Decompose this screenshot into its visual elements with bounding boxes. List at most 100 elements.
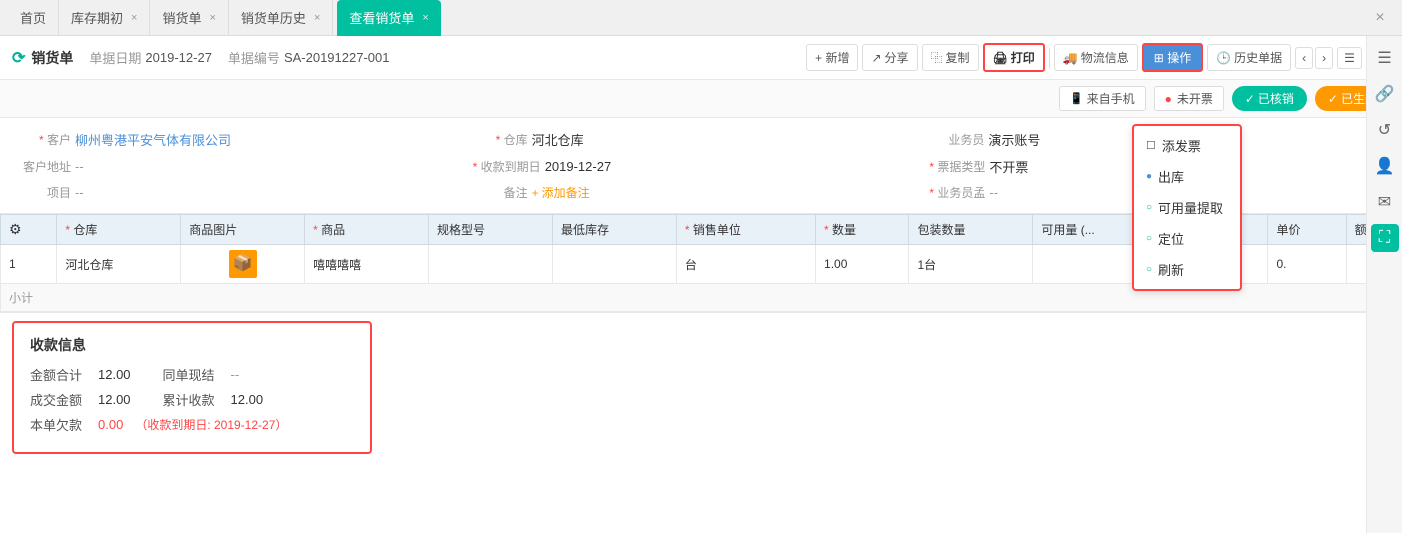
product-thumbnail: 📦: [229, 250, 257, 278]
share-icon: ↗: [871, 51, 881, 65]
add-invoice-item[interactable]: ☐ 添发票: [1134, 130, 1240, 161]
refresh-item[interactable]: ○ 刷新: [1134, 254, 1240, 285]
out-stock-label: 出库: [1158, 167, 1184, 186]
sidebar-icon-table[interactable]: ☰: [1371, 44, 1399, 72]
new-button[interactable]: + 新增: [806, 44, 858, 71]
sales-person-label: 业务员孟: [929, 184, 985, 201]
not-open-button[interactable]: 未开票: [1154, 86, 1224, 111]
history-icon: 🕒: [1216, 51, 1231, 65]
date-label: 单据日期: [89, 48, 141, 67]
sidebar-icon-expand[interactable]: ⛶: [1371, 224, 1399, 252]
main-content: ⟳ 销货单 单据日期 2019-12-27 单据编号 SA-20191227-0…: [0, 36, 1402, 533]
col-product-image: 商品图片: [181, 215, 305, 245]
col-spec: 规格型号: [429, 215, 553, 245]
tab-sales[interactable]: 销货单 ×: [150, 0, 228, 36]
history-button[interactable]: 🕒 历史单据: [1207, 44, 1291, 71]
logistics-button[interactable]: 🚚 物流信息: [1054, 44, 1138, 71]
overdue-suffix: （收款到期日: 2019-12-27）: [135, 416, 287, 433]
operation-icon: ⊞: [1154, 51, 1164, 65]
overdue-label: 本单欠款: [30, 415, 90, 434]
toolbar-separator-1: [1049, 48, 1050, 68]
settlement-label: 同单现结: [163, 365, 223, 384]
ticket-type-label: 票据类型: [929, 158, 985, 175]
ticket-type-value: 不开票: [989, 157, 1028, 176]
tab-inventory-close[interactable]: ×: [131, 12, 137, 24]
row-sales-unit: 台: [676, 245, 815, 284]
effective-check-icon: ✓: [1328, 92, 1338, 106]
remark-label: 备注: [473, 184, 528, 201]
doc-number-meta: 单据编号 SA-20191227-001: [228, 48, 390, 67]
tab-sales-label: 销货单: [162, 8, 201, 27]
window-close-button[interactable]: ×: [1366, 4, 1394, 32]
sidebar-icon-user[interactable]: 👤: [1371, 152, 1399, 180]
col-settings[interactable]: ⚙: [1, 215, 57, 245]
sidebar-icon-mail[interactable]: ✉: [1371, 188, 1399, 216]
project-field: 项目 --: [16, 184, 473, 201]
bottom-panel: 收款信息 金额合计 12.00 同单现结 -- 成交金额 12.00: [0, 313, 1402, 462]
row-spec: [429, 245, 553, 284]
number-value: SA-20191227-001: [284, 50, 390, 65]
transaction-amount-value: 12.00: [98, 392, 131, 407]
from-mobile-label: 来自手机: [1087, 90, 1135, 107]
payment-row-3: 本单欠款 0.00 （收款到期日: 2019-12-27）: [30, 415, 354, 434]
payment-date-label: 收款到期日: [473, 158, 541, 175]
tab-sales-history-label: 销货单历史: [241, 8, 306, 27]
col-unit-price: 单价: [1268, 215, 1346, 245]
warehouse-value: 河北仓库: [532, 130, 584, 149]
tab-inventory-label: 库存期初: [71, 8, 123, 27]
tab-home[interactable]: 首页: [8, 0, 59, 36]
row-warehouse: 河北仓库: [57, 245, 181, 284]
tab-sales-history[interactable]: 销货单历史 ×: [229, 0, 333, 36]
right-sidebar: ☰ 🔗 ↺ 👤 ✉ ⛶: [1366, 36, 1402, 533]
customer-address-label: 客户地址: [16, 158, 71, 175]
nav-arrows: ‹ ›: [1295, 47, 1333, 69]
out-stock-item[interactable]: ● 出库: [1134, 161, 1240, 192]
list-view-button[interactable]: ☰: [1337, 47, 1362, 69]
staff-label: 业务员: [929, 131, 984, 148]
col-quantity: 数量: [816, 215, 909, 245]
tab-home-label: 首页: [20, 8, 46, 27]
remark-field: 备注 + 添加备注: [473, 184, 930, 201]
prev-arrow[interactable]: ‹: [1295, 47, 1313, 69]
doc-title-group: ⟳ 销货单: [12, 48, 73, 68]
operation-button-label: 操作: [1167, 51, 1191, 65]
from-mobile-button[interactable]: 📱 来自手机: [1059, 86, 1146, 111]
customer-address-field: 客户地址 --: [16, 157, 473, 176]
add-note-button[interactable]: + 添加备注: [532, 184, 590, 201]
available-label: 可用量提取: [1158, 198, 1223, 217]
row-index: 1: [1, 245, 57, 284]
customer-value[interactable]: 柳州粤港平安气体有限公司: [75, 130, 231, 149]
settlement-item: 同单现结 --: [163, 365, 240, 384]
overdue-item: 本单欠款 0.00 （收款到期日: 2019-12-27）: [30, 415, 287, 434]
tab-sales-close[interactable]: ×: [209, 12, 215, 24]
print-button-label: 打印: [1011, 49, 1035, 66]
locate-item[interactable]: ○ 定位: [1134, 223, 1240, 254]
print-icon: 🖨: [993, 51, 1008, 65]
print-button[interactable]: 🖨 打印: [983, 43, 1045, 72]
tab-view-sales-close[interactable]: ×: [422, 12, 428, 24]
project-label: 项目: [16, 184, 71, 201]
confirmed-label: 已核销: [1258, 90, 1294, 107]
share-button-label: 分享: [885, 49, 909, 66]
new-button-label: + 新增: [815, 49, 849, 66]
tab-sales-history-close[interactable]: ×: [314, 12, 320, 24]
operation-dropdown: ☐ 添发票 ● 出库 ○ 可用量提取 ○ 定位 ○ 刷新: [1132, 124, 1242, 291]
row-unit-price: 0.: [1268, 245, 1346, 284]
not-open-label: 未开票: [1177, 90, 1213, 107]
payment-date-field: 收款到期日 2019-12-27: [473, 157, 930, 176]
next-arrow[interactable]: ›: [1315, 47, 1333, 69]
tab-inventory[interactable]: 库存期初 ×: [59, 0, 150, 36]
sidebar-icon-refresh[interactable]: ↺: [1371, 116, 1399, 144]
operation-button[interactable]: ⊞ 操作: [1142, 43, 1203, 72]
confirmed-button[interactable]: ✓ 已核销: [1232, 86, 1307, 111]
copy-button[interactable]: ⿻ 复制: [922, 44, 979, 71]
plus-icon: +: [532, 186, 539, 200]
doc-toolbar: + 新增 ↗ 分享 ⿻ 复制 🖨 打印 🚚 物流信息: [806, 43, 1390, 72]
sidebar-icon-link[interactable]: 🔗: [1371, 80, 1399, 108]
mobile-icon: 📱: [1070, 92, 1084, 105]
share-button[interactable]: ↗ 分享: [862, 44, 917, 71]
available-item[interactable]: ○ 可用量提取: [1134, 192, 1240, 223]
tab-view-sales[interactable]: 查看销货单 ×: [337, 0, 440, 36]
payment-row-2: 成交金额 12.00 累计收款 12.00: [30, 390, 354, 409]
payment-info-panel: 收款信息 金额合计 12.00 同单现结 -- 成交金额 12.00: [12, 321, 372, 454]
